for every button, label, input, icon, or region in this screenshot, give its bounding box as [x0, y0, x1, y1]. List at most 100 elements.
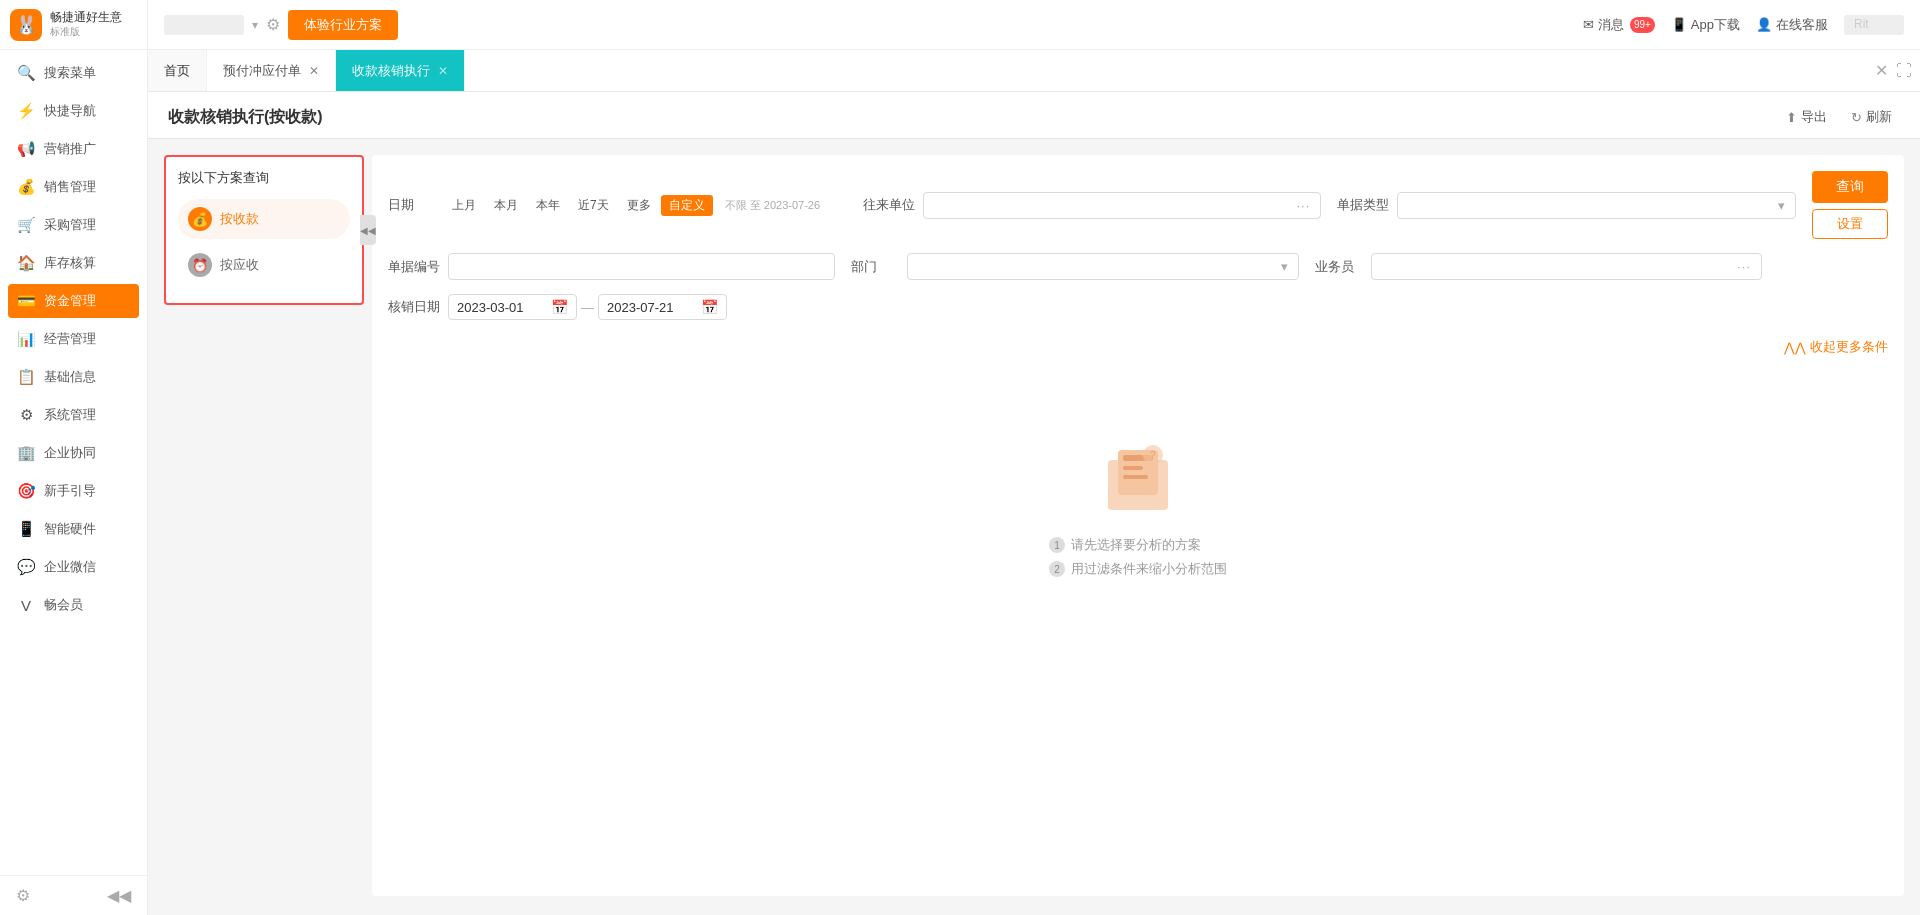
counterpart-label: 往来单位	[863, 196, 915, 214]
sidebar-item-system[interactable]: ⚙ 系统管理	[0, 396, 147, 434]
refresh-button[interactable]: ↻ 刷新	[1843, 104, 1900, 130]
sidebar-item-finance[interactable]: 💳 资金管理	[8, 284, 139, 318]
voucher-no-input[interactable]	[448, 253, 835, 280]
shortcut-more[interactable]: 更多	[619, 195, 659, 216]
hardware-icon: 📱	[16, 520, 36, 538]
sidebar-item-marketing[interactable]: 📢 营销推广	[0, 130, 147, 168]
shortcut-this-year[interactable]: 本年	[528, 195, 568, 216]
verify-date-field: 核销日期 📅 — 📅	[388, 294, 1888, 320]
logo-line1: 畅捷通好生意	[50, 10, 122, 26]
topbar-messages[interactable]: ✉ 消息 99+	[1583, 16, 1655, 34]
shortcut-this-month[interactable]: 本月	[486, 195, 526, 216]
export-icon: ⬆	[1786, 110, 1797, 125]
refresh-icon: ↻	[1851, 110, 1862, 125]
calendar-start-icon[interactable]: 📅	[551, 299, 568, 315]
collapse-sidebar-icon[interactable]: ◀◀	[107, 886, 131, 905]
topbar-gear-icon[interactable]: ⚙	[266, 15, 280, 34]
sidebar-item-member[interactable]: V 畅会员	[0, 586, 147, 624]
date-shortcuts: 上月 本月 本年 近7天 更多 自定义	[444, 195, 713, 216]
messages-label: 消息	[1598, 16, 1624, 34]
date-field: 日期 上月 本月 本年 近7天 更多 自定义 不限 至 2023-07-26	[388, 195, 847, 216]
verify-date-start-input[interactable]	[457, 300, 547, 315]
empty-tips: 1 请先选择要分析的方案 2 用过滤条件来缩小分析范围	[1049, 536, 1227, 584]
date-label: 日期	[388, 196, 436, 214]
sidebar-item-label: 经营管理	[44, 330, 96, 348]
verify-date-start-wrap[interactable]: 📅	[448, 294, 577, 320]
tab-close-all-icon[interactable]: ✕	[1875, 61, 1888, 80]
service-icon: 👤	[1756, 17, 1772, 32]
empty-state: ? 1 请先选择要分析的方案 2 用过滤条件来缩小分析范围	[388, 360, 1888, 644]
sidebar-item-label: 采购管理	[44, 216, 96, 234]
app-icon: 📱	[1671, 17, 1687, 32]
shortcut-last-month[interactable]: 上月	[444, 195, 484, 216]
topbar-online-service[interactable]: 👤 在线客服	[1756, 16, 1828, 34]
shortcut-7days[interactable]: 近7天	[570, 195, 617, 216]
topbar-dropdown-icon[interactable]: ▾	[252, 18, 258, 32]
more-conditions-row: ⋀⋀ 收起更多条件	[388, 334, 1888, 360]
sidebar-item-search[interactable]: 🔍 搜索菜单	[0, 54, 147, 92]
query-button[interactable]: 查询	[1812, 171, 1888, 203]
tab-collection[interactable]: 收款核销执行 ✕	[336, 50, 465, 91]
solution-button[interactable]: 体验行业方案	[288, 10, 398, 40]
sidebar-item-basic[interactable]: 📋 基础信息	[0, 358, 147, 396]
tab-prepay[interactable]: 预付冲应付单 ✕	[207, 50, 336, 91]
filter-option-receivable[interactable]: ⏰ 按应收	[178, 245, 350, 285]
sidebar-item-quick[interactable]: ⚡ 快捷导航	[0, 92, 147, 130]
tab-collection-close[interactable]: ✕	[438, 64, 448, 78]
app-download-label: App下载	[1691, 16, 1740, 34]
sidebar-item-sales[interactable]: 💰 销售管理	[0, 168, 147, 206]
sidebar-item-label: 企业微信	[44, 558, 96, 576]
online-service-label: 在线客服	[1776, 16, 1828, 34]
empty-tip-1: 1 请先选择要分析的方案	[1049, 536, 1227, 554]
logo-text-block: 畅捷通好生意 标准版	[50, 10, 122, 40]
sidebar-item-label: 新手引导	[44, 482, 96, 500]
employee-select[interactable]: ···	[1371, 253, 1762, 280]
svg-text:?: ?	[1150, 450, 1156, 461]
counterpart-select[interactable]: ···	[923, 192, 1322, 219]
filter-option-collection[interactable]: 💰 按收款	[178, 199, 350, 239]
sidebar-item-wechat[interactable]: 💬 企业微信	[0, 548, 147, 586]
stock-icon: 🏠	[16, 254, 36, 272]
more-conditions-toggle[interactable]: ⋀⋀ 收起更多条件	[1784, 334, 1888, 360]
marketing-icon: 📢	[16, 140, 36, 158]
settings-footer-icon[interactable]: ⚙	[16, 886, 30, 905]
finance-icon: 💳	[16, 292, 36, 310]
sidebar-item-stock[interactable]: 🏠 库存核算	[0, 244, 147, 282]
form-row-2: 单据编号 部门 ▾ 业务员 ···	[388, 253, 1888, 280]
topbar-user-avatar[interactable]: Rit	[1844, 15, 1904, 35]
tabbar: 首页 预付冲应付单 ✕ 收款核销执行 ✕ ✕ ⛶	[148, 50, 1920, 92]
voucher-type-select[interactable]: ▾	[1397, 192, 1796, 219]
tabbar-actions: ✕ ⛶	[1867, 50, 1920, 91]
sidebar-item-hardware[interactable]: 📱 智能硬件	[0, 510, 147, 548]
tab-home[interactable]: 首页	[148, 50, 207, 91]
department-select[interactable]: ▾	[907, 253, 1298, 280]
topbar-app-download[interactable]: 📱 App下载	[1671, 16, 1740, 34]
sidebar-item-label: 销售管理	[44, 178, 96, 196]
export-button[interactable]: ⬆ 导出	[1778, 104, 1835, 130]
quick-icon: ⚡	[16, 102, 36, 120]
tab-expand-icon[interactable]: ⛶	[1896, 62, 1912, 80]
main-area: ▾ ⚙ 体验行业方案 ✉ 消息 99+ 📱 App下载 👤 在线客服 Rit	[148, 0, 1920, 915]
query-buttons: 查询 设置	[1812, 171, 1888, 239]
sidebar-item-purchase[interactable]: 🛒 采购管理	[0, 206, 147, 244]
sidebar-logo: 🐰 畅捷通好生意 标准版	[0, 0, 147, 50]
calendar-end-icon[interactable]: 📅	[701, 299, 718, 315]
search-icon: 🔍	[16, 64, 36, 82]
query-panel: 日期 上月 本月 本年 近7天 更多 自定义 不限 至 2023-07-26	[372, 155, 1904, 896]
verify-date-end-input[interactable]	[607, 300, 697, 315]
sidebar-menu: 🔍 搜索菜单 ⚡ 快捷导航 📢 营销推广 💰 销售管理 🛒 采购管理 🏠 库存核…	[0, 50, 147, 875]
collapse-filter-arrow[interactable]: ◀◀	[360, 215, 376, 245]
settings-button[interactable]: 设置	[1812, 209, 1888, 239]
tab-prepay-close[interactable]: ✕	[309, 64, 319, 78]
sidebar-item-guide[interactable]: 🎯 新手引导	[0, 472, 147, 510]
sidebar-item-enterprise[interactable]: 🏢 企业协同	[0, 434, 147, 472]
filter-panel: 按以下方案查询 💰 按收款 ⏰ 按应收 ◀◀	[164, 155, 364, 305]
sidebar-item-operation[interactable]: 📊 经营管理	[0, 320, 147, 358]
verify-date-end-wrap[interactable]: 📅	[598, 294, 727, 320]
department-label: 部门	[851, 258, 899, 276]
page-title: 收款核销执行(按收款)	[168, 107, 323, 128]
shortcut-custom[interactable]: 自定义	[661, 195, 713, 216]
employee-label: 业务员	[1315, 258, 1363, 276]
sidebar-item-label: 资金管理	[44, 292, 96, 310]
verify-date-range: 📅 — 📅	[448, 294, 727, 320]
